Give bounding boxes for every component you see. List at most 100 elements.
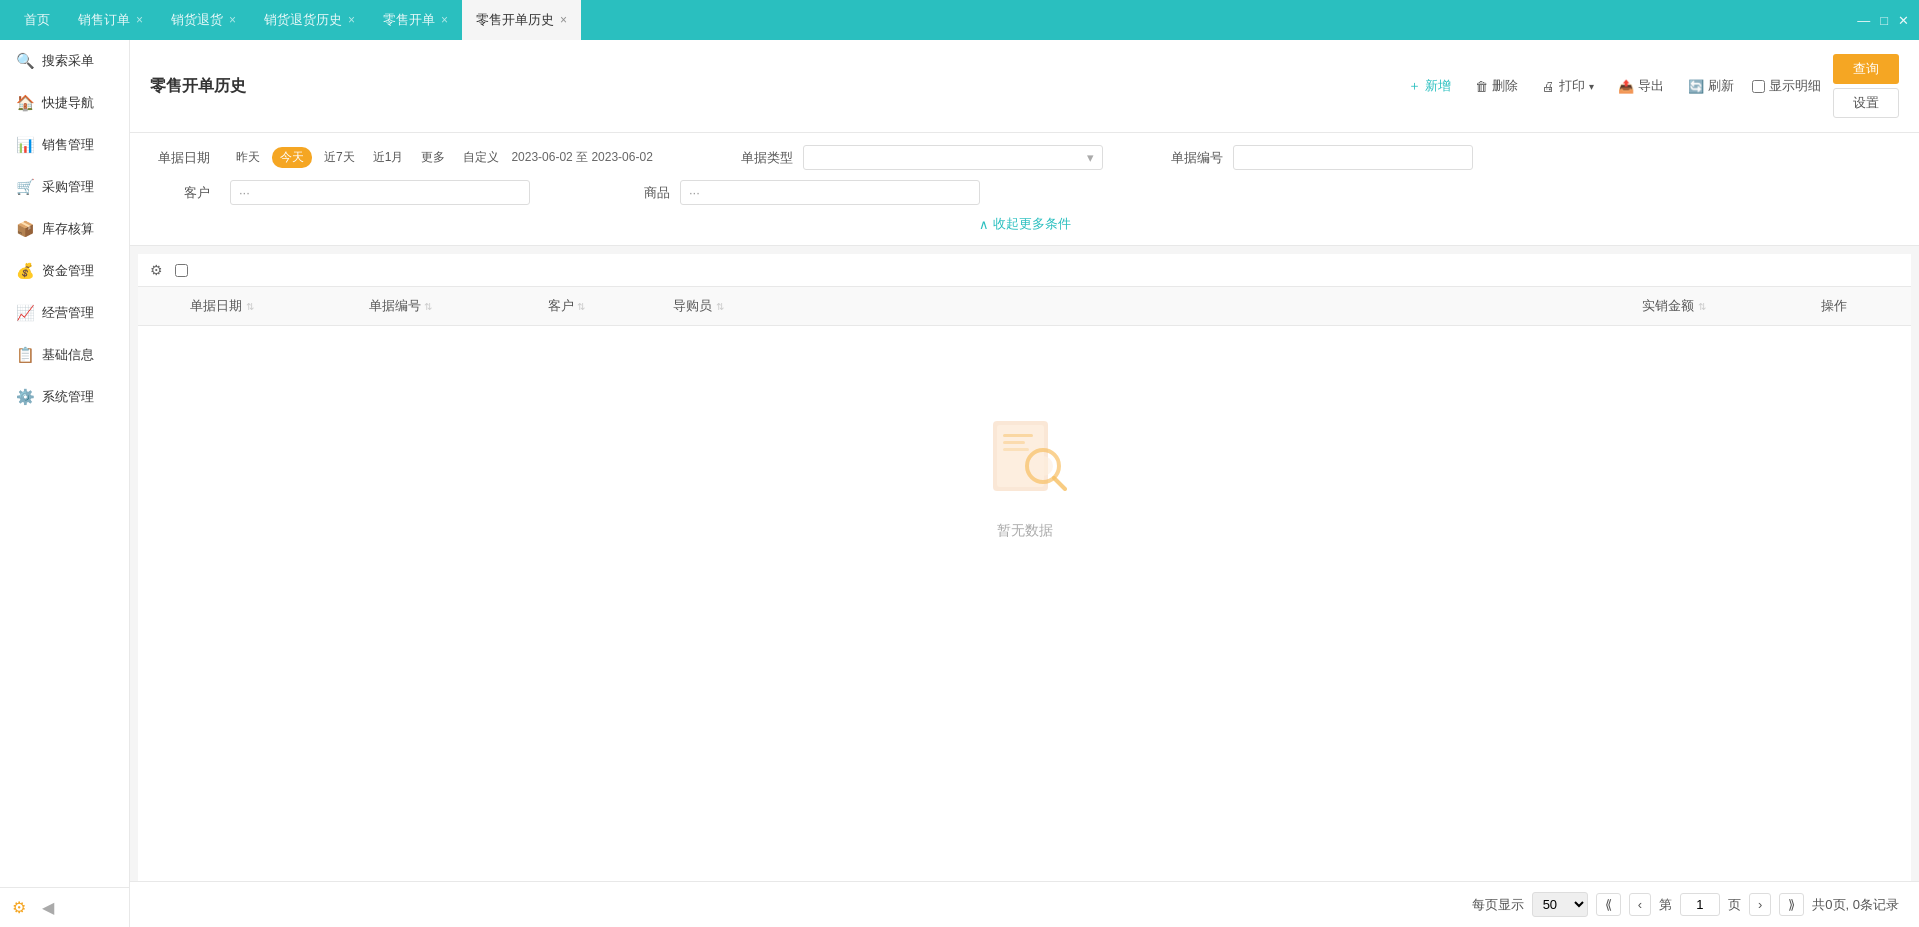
tab-retail-open-history-close[interactable]: ×	[560, 13, 567, 27]
sidebar-item-basic-info-label: 基础信息	[42, 346, 94, 364]
goods-select[interactable]: ···	[680, 180, 980, 205]
inventory-icon: 📦	[16, 220, 34, 238]
tab-retail-open-history-label: 零售开单历史	[476, 11, 554, 29]
page-number-input[interactable]	[1680, 893, 1720, 916]
shortcut-custom[interactable]: 自定义	[457, 147, 505, 168]
th-action: 操作	[1809, 287, 1911, 326]
add-button[interactable]: ＋ 新增	[1402, 73, 1457, 99]
filter-row-1: 单据日期 昨天 今天 近7天 近1月 更多 自定义 2023-06-02 至 2…	[150, 145, 1899, 170]
last-page-button[interactable]: ⟫	[1779, 893, 1804, 916]
sales-icon: 📊	[16, 136, 34, 154]
display-toggle-checkbox[interactable]	[1752, 80, 1765, 93]
purchase-icon: 🛒	[16, 178, 34, 196]
per-page-select[interactable]: 50 10 20 100	[1532, 892, 1588, 917]
svg-rect-2	[1003, 434, 1033, 437]
window-controls: — □ ✕	[1857, 13, 1909, 28]
search-icon: 🔍	[16, 52, 34, 70]
export-label: 导出	[1638, 77, 1664, 95]
th-salesperson-sort: ⇅	[716, 301, 724, 312]
tab-retail-open-close[interactable]: ×	[441, 13, 448, 27]
sidebar-item-operations[interactable]: 📈 经营管理	[0, 292, 129, 334]
export-button[interactable]: 📤 导出	[1612, 73, 1670, 99]
next-page-button[interactable]: ›	[1749, 893, 1771, 916]
tab-sales-return-close[interactable]: ×	[229, 13, 236, 27]
sidebar-item-inventory[interactable]: 📦 库存核算	[0, 208, 129, 250]
collapse-sidebar-icon[interactable]: ◀	[42, 898, 54, 917]
th-date[interactable]: 单据日期 ⇅	[178, 287, 357, 326]
select-all-checkbox[interactable]	[175, 264, 188, 277]
tab-sales-return-history[interactable]: 销货退货历史 ×	[250, 0, 369, 40]
bill-type-dropdown-icon: ▾	[1087, 150, 1094, 165]
sidebar-item-basic-info[interactable]: 📋 基础信息	[0, 334, 129, 376]
tab-retail-open-history[interactable]: 零售开单历史 ×	[462, 0, 581, 40]
th-number-sort: ⇅	[424, 301, 432, 312]
print-dropdown-icon: ▾	[1589, 81, 1594, 92]
shortcut-yesterday[interactable]: 昨天	[230, 147, 266, 168]
query-button[interactable]: 查询	[1833, 54, 1899, 84]
customer-select[interactable]: ···	[230, 180, 530, 205]
th-amount-sort: ⇅	[1698, 301, 1706, 312]
sidebar-item-quick-nav[interactable]: 🏠 快捷导航	[0, 82, 129, 124]
pagination: 每页显示 50 10 20 100 ⟪ ‹ 第 页 › ⟫ 共0页, 0条记录	[130, 881, 1919, 927]
table-settings-icon[interactable]: ⚙	[150, 262, 163, 278]
th-customer[interactable]: 客户 ⇅	[536, 287, 662, 326]
add-label: 新增	[1425, 77, 1451, 95]
sidebar-item-operations-label: 经营管理	[42, 304, 94, 322]
nav-tabs: 首页 销售订单 × 销货退货 × 销货退货历史 × 零售开单 × 零售开单历史 …	[10, 0, 1857, 40]
empty-state: 暂无数据	[138, 326, 1911, 620]
shortcut-more[interactable]: 更多	[415, 147, 451, 168]
tab-sales-return-history-close[interactable]: ×	[348, 13, 355, 27]
sidebar-item-sales-label: 销售管理	[42, 136, 94, 154]
shortcut-today[interactable]: 今天	[272, 147, 312, 168]
display-toggle-label: 显示明细	[1769, 77, 1821, 95]
filter-area: 单据日期 昨天 今天 近7天 近1月 更多 自定义 2023-06-02 至 2…	[130, 133, 1919, 246]
refresh-button[interactable]: 🔄 刷新	[1682, 73, 1740, 99]
content-area: 零售开单历史 ＋ 新增 🗑 删除 🖨 打印 ▾ 📤 导出	[130, 40, 1919, 927]
sidebar-item-inventory-label: 库存核算	[42, 220, 94, 238]
goods-filter-label: 商品	[610, 184, 670, 202]
page-title: 零售开单历史	[150, 76, 246, 97]
sidebar: 🔍 搜索采单 🏠 快捷导航 📊 销售管理 🛒 采购管理 📦 库存核算 💰 资金管…	[0, 40, 130, 927]
th-amount[interactable]: 实销金额 ⇅	[1630, 287, 1809, 326]
first-page-button[interactable]: ⟪	[1596, 893, 1621, 916]
tab-sales-return-history-label: 销货退货历史	[264, 11, 342, 29]
sidebar-item-purchase[interactable]: 🛒 采购管理	[0, 166, 129, 208]
sidebar-item-sales[interactable]: 📊 销售管理	[0, 124, 129, 166]
sidebar-item-system[interactable]: ⚙️ 系统管理	[0, 376, 129, 418]
setting-button[interactable]: 设置	[1833, 88, 1899, 118]
th-customer-sort: ⇅	[577, 301, 585, 312]
collapse-filter-btn[interactable]: ∧ 收起更多条件	[150, 215, 1899, 233]
tab-home-label: 首页	[24, 11, 50, 29]
maximize-button[interactable]: □	[1880, 13, 1888, 28]
basic-info-icon: 📋	[16, 346, 34, 364]
collapse-label: 收起更多条件	[993, 215, 1071, 233]
print-button[interactable]: 🖨 打印 ▾	[1536, 73, 1600, 99]
settings-bottom-icon[interactable]: ⚙	[12, 898, 26, 917]
th-number[interactable]: 单据编号 ⇅	[357, 287, 536, 326]
shortcut-1month[interactable]: 近1月	[367, 147, 410, 168]
sidebar-item-search[interactable]: 🔍 搜索采单	[0, 40, 129, 82]
tab-sales-order-close[interactable]: ×	[136, 13, 143, 27]
page-suffix: 页	[1728, 896, 1741, 914]
delete-button[interactable]: 🗑 删除	[1469, 73, 1524, 99]
bill-type-select[interactable]: ▾	[803, 145, 1103, 170]
empty-text: 暂无数据	[997, 522, 1053, 540]
shortcut-7days[interactable]: 近7天	[318, 147, 361, 168]
tab-sales-order[interactable]: 销售订单 ×	[64, 0, 157, 40]
sidebar-item-finance-label: 资金管理	[42, 262, 94, 280]
tab-home[interactable]: 首页	[10, 0, 64, 40]
add-icon: ＋	[1408, 77, 1421, 95]
th-salesperson[interactable]: 导购员 ⇅	[661, 287, 813, 326]
th-checkbox	[138, 287, 178, 326]
prev-page-button[interactable]: ‹	[1629, 893, 1651, 916]
close-button[interactable]: ✕	[1898, 13, 1909, 28]
display-toggle[interactable]: 显示明细	[1752, 77, 1821, 95]
minimize-button[interactable]: —	[1857, 13, 1870, 28]
th-empty	[814, 287, 1630, 326]
bill-number-input[interactable]	[1233, 145, 1473, 170]
tab-sales-return[interactable]: 销货退货 ×	[157, 0, 250, 40]
sidebar-item-finance[interactable]: 💰 资金管理	[0, 250, 129, 292]
customer-placeholder: ···	[239, 185, 250, 200]
tab-retail-open[interactable]: 零售开单 ×	[369, 0, 462, 40]
empty-svg	[975, 406, 1075, 506]
